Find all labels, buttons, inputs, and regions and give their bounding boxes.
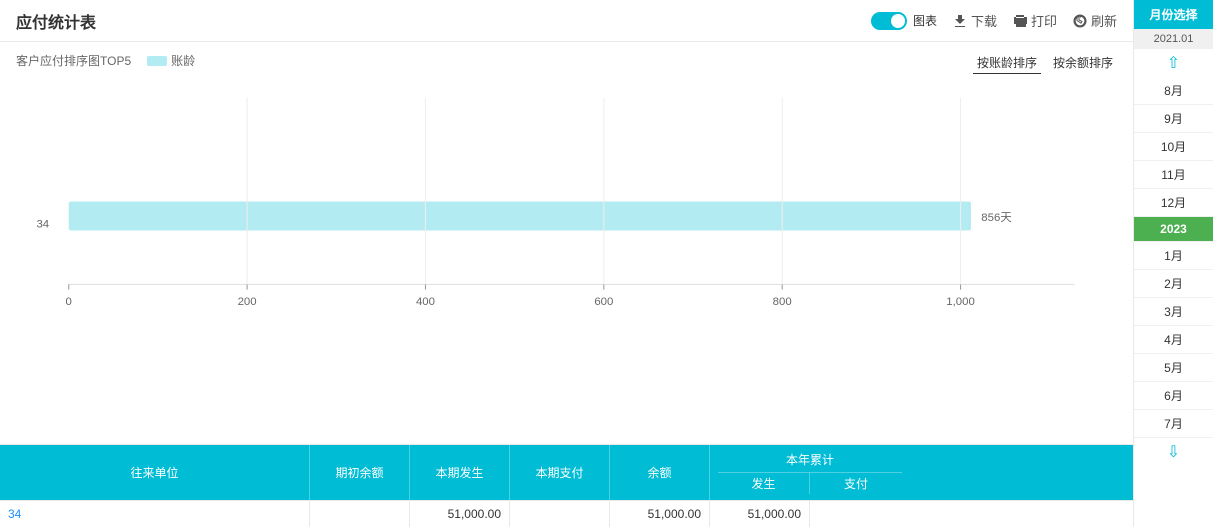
- refresh-label: 刷新: [1091, 11, 1117, 30]
- print-button[interactable]: 打印: [1013, 11, 1057, 30]
- svg-text:1,000: 1,000: [946, 296, 975, 308]
- chart-toggle-wrapper[interactable]: 图表: [871, 12, 937, 30]
- sidebar-nav-up-button[interactable]: ⇧: [1134, 49, 1213, 77]
- chart-legend: 客户应付排序图TOP5 账龄: [16, 52, 1117, 69]
- chart-section: 客户应付排序图TOP5 账龄 按账龄排序 按余额排序 34 856天: [0, 42, 1133, 444]
- col-balance: 余额: [610, 445, 710, 500]
- col-ytd: 本年累计 发生 支付: [710, 445, 910, 500]
- sort-by-balance-button[interactable]: 按账龄排序: [973, 52, 1041, 74]
- download-icon: [953, 14, 967, 28]
- chart-legend-label: 客户应付排序图TOP5: [16, 52, 131, 69]
- col-opening-balance: 期初余额: [310, 445, 410, 500]
- sidebar-month-item[interactable]: 1月: [1134, 242, 1213, 270]
- download-label: 下载: [971, 11, 997, 30]
- sidebar-month-item[interactable]: 7月: [1134, 410, 1213, 438]
- sidebar-month-item[interactable]: 12月: [1134, 189, 1213, 217]
- cell-balance: 51,000.00: [610, 501, 710, 527]
- sidebar-months-list: 8月9月10月11月12月20231月2月3月4月5月6月7月: [1134, 77, 1213, 438]
- sidebar-month-item[interactable]: 4月: [1134, 326, 1213, 354]
- sidebar-year-label: 2021.01: [1134, 29, 1213, 49]
- refresh-icon: [1073, 14, 1087, 28]
- table-header: 往来单位 期初余额 本期发生 本期支付 余额 本年累计 发生 支付: [0, 445, 1133, 500]
- table-row: 34 51,000.00 51,000.00 51,000.00: [0, 500, 1133, 527]
- bar-chart: 34 856天 0 200: [16, 77, 1117, 357]
- svg-text:856天: 856天: [981, 212, 1011, 224]
- toggle-label: 图表: [913, 12, 937, 29]
- sidebar-month-item[interactable]: 9月: [1134, 105, 1213, 133]
- col-from-unit: 往来单位: [0, 445, 310, 500]
- chart-sort-buttons: 按账龄排序 按余额排序: [973, 52, 1117, 74]
- sidebar-header: 月份选择: [1134, 0, 1213, 29]
- page-title: 应付统计表: [16, 9, 96, 33]
- table-header-row1: 往来单位 期初余额 本期发生 本期支付 余额 本年累计 发生 支付: [0, 445, 1133, 500]
- sort-by-amount-button[interactable]: 按余额排序: [1049, 52, 1117, 74]
- svg-text:400: 400: [416, 296, 435, 308]
- sidebar-month-item[interactable]: 2023: [1134, 217, 1213, 242]
- col-ytd-payment: 支付: [810, 473, 902, 494]
- table-section: 往来单位 期初余额 本期发生 本期支付 余额 本年累计 发生 支付: [0, 444, 1133, 527]
- print-label: 打印: [1031, 11, 1057, 30]
- refresh-button[interactable]: 刷新: [1073, 11, 1117, 30]
- svg-text:0: 0: [66, 296, 72, 308]
- col-ytd-occur: 发生: [718, 473, 810, 494]
- legend-color-label: 账龄: [171, 52, 195, 69]
- sidebar-month-item[interactable]: 6月: [1134, 382, 1213, 410]
- cell-current-payment: [510, 501, 610, 527]
- svg-text:600: 600: [594, 296, 613, 308]
- print-icon: [1013, 14, 1027, 28]
- sidebar-month-item[interactable]: 5月: [1134, 354, 1213, 382]
- chart-toggle[interactable]: [871, 12, 907, 30]
- legend-item: 账龄: [147, 52, 195, 69]
- download-button[interactable]: 下载: [953, 11, 997, 30]
- cell-ytd-payment: [810, 501, 910, 527]
- col-current-payment: 本期支付: [510, 445, 610, 500]
- cell-current-occur: 51,000.00: [410, 501, 510, 527]
- cell-ytd-occur: 51,000.00: [710, 501, 810, 527]
- chart-wrapper: 34 856天 0 200: [16, 77, 1117, 357]
- cell-opening-balance: [310, 501, 410, 527]
- sidebar-month-item[interactable]: 8月: [1134, 77, 1213, 105]
- svg-text:200: 200: [238, 296, 257, 308]
- header-actions: 图表 下载 打印 刷新: [871, 11, 1117, 30]
- sidebar-month-item[interactable]: 10月: [1134, 133, 1213, 161]
- cell-unit[interactable]: 34: [0, 501, 310, 527]
- svg-text:800: 800: [773, 296, 792, 308]
- sidebar-month-item[interactable]: 3月: [1134, 298, 1213, 326]
- svg-text:34: 34: [36, 218, 49, 230]
- sidebar-nav-down-button[interactable]: ⇩: [1134, 438, 1213, 466]
- sidebar: 月份选择 2021.01 ⇧ 8月9月10月11月12月20231月2月3月4月…: [1133, 0, 1213, 527]
- sidebar-month-item[interactable]: 11月: [1134, 161, 1213, 189]
- legend-color-box: [147, 56, 167, 66]
- col-current-occur: 本期发生: [410, 445, 510, 500]
- sidebar-month-item[interactable]: 2月: [1134, 270, 1213, 298]
